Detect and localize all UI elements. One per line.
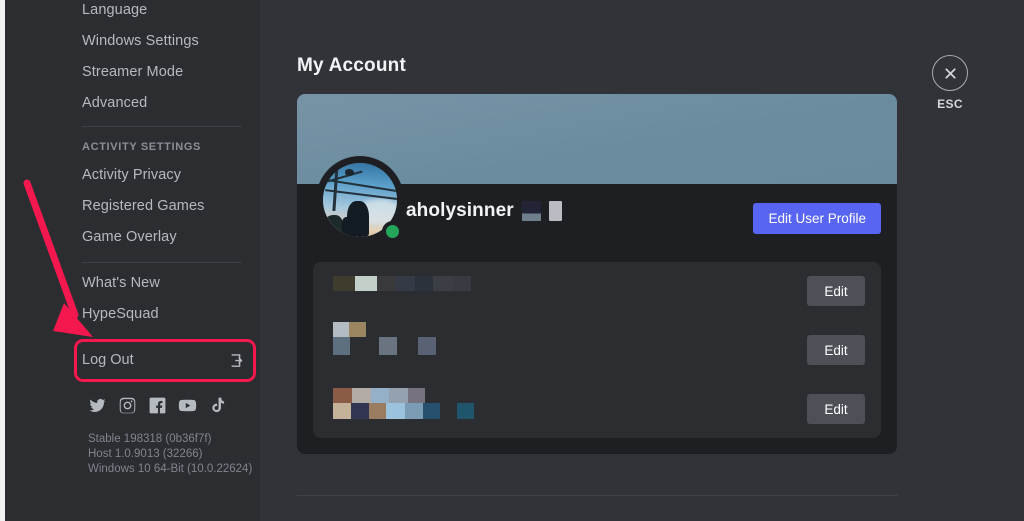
avatar-silhouette xyxy=(347,201,369,237)
client-version-info: Stable 198318 (0b36f7f) Host 1.0.9013 (32… xyxy=(88,432,252,477)
redaction-block xyxy=(333,322,349,337)
edit-button[interactable]: Edit xyxy=(807,276,865,306)
close-settings-button[interactable]: ESC xyxy=(932,55,968,111)
edit-button[interactable]: Edit xyxy=(807,394,865,424)
redaction-block xyxy=(457,403,474,419)
redaction-block xyxy=(423,403,440,419)
redacted-value xyxy=(333,337,863,355)
user-tag-redacted xyxy=(521,201,541,221)
redacted-value xyxy=(333,388,863,403)
redaction-block xyxy=(415,276,433,291)
redacted-value xyxy=(333,276,863,291)
log-out-label: Log Out xyxy=(82,352,134,368)
status-badge-online xyxy=(382,221,403,242)
redaction-block xyxy=(355,276,377,291)
redaction-block xyxy=(397,337,418,355)
redaction-block xyxy=(333,388,352,403)
sidebar-item-language[interactable]: Language xyxy=(82,0,250,21)
redaction-block xyxy=(333,337,350,355)
page-title: My Account xyxy=(297,55,406,76)
redaction-block xyxy=(453,276,471,291)
redaction-block xyxy=(377,276,395,291)
logout-arrow-icon xyxy=(229,353,244,368)
settings-sidebar: Language Windows Settings Streamer Mode Adv… xyxy=(5,0,260,521)
tiktok-icon[interactable] xyxy=(208,396,227,415)
redaction-block xyxy=(371,388,389,403)
version-line: Stable 198318 (0b36f7f) xyxy=(88,433,212,445)
redacted-value xyxy=(333,403,863,419)
social-links-row xyxy=(88,396,227,415)
redaction-block xyxy=(379,337,397,355)
version-line: Windows 10 64-Bit (10.0.22624) xyxy=(88,463,253,475)
avatar-foliage xyxy=(323,215,343,237)
redaction-block xyxy=(405,403,423,419)
facebook-icon[interactable] xyxy=(148,396,167,415)
sidebar-item-game-overlay[interactable]: Game Overlay xyxy=(82,227,250,248)
sidebar-item-log-out[interactable]: Log Out xyxy=(82,350,244,371)
version-line: Host 1.0.9013 (32266) xyxy=(88,448,203,460)
settings-main-panel: My Account aholysinner Edit User Profile… xyxy=(260,0,1024,521)
redaction-block xyxy=(349,322,366,337)
redaction-block xyxy=(389,388,408,403)
account-card: aholysinner Edit User Profile Edit Edit Ed… xyxy=(297,94,897,454)
redaction-block xyxy=(395,276,415,291)
sidebar-item-what-s-new[interactable]: What's New xyxy=(82,273,250,294)
instagram-icon[interactable] xyxy=(118,396,137,415)
redaction-block xyxy=(333,403,351,419)
sidebar-item-activity-privacy[interactable]: Activity Privacy xyxy=(82,165,250,186)
profile-badge[interactable] xyxy=(548,201,562,221)
phone-field xyxy=(333,388,863,419)
sidebar-item-registered-games[interactable]: Registered Games xyxy=(82,196,250,217)
sidebar-item-hypesquad[interactable]: HypeSquad xyxy=(82,304,250,325)
sidebar-item-windows-settings[interactable]: Windows Settings xyxy=(82,31,250,52)
username-text: aholysinner xyxy=(406,200,514,221)
username-field xyxy=(333,276,863,291)
redacted-value xyxy=(333,322,863,337)
avatar-bird xyxy=(345,169,354,176)
redaction-block xyxy=(351,403,369,419)
close-x-icon xyxy=(932,55,968,91)
sidebar-separator xyxy=(82,262,242,263)
section-divider xyxy=(297,495,898,496)
redaction-block xyxy=(408,388,425,403)
redaction-block xyxy=(333,276,355,291)
email-field xyxy=(333,322,863,355)
redaction-block xyxy=(350,337,379,355)
avatar[interactable] xyxy=(316,156,404,244)
account-fields-card: Edit Edit Edit xyxy=(313,262,881,438)
youtube-icon[interactable] xyxy=(178,396,197,415)
edit-user-profile-button[interactable]: Edit User Profile xyxy=(753,203,881,234)
redaction-block xyxy=(440,403,457,419)
redaction-block xyxy=(369,403,386,419)
discord-settings-window: Language Windows Settings Streamer Mode Adv… xyxy=(0,0,1024,521)
username-row: aholysinner xyxy=(406,200,562,222)
sidebar-item-streamer-mode[interactable]: Streamer Mode xyxy=(82,62,250,83)
redaction-block xyxy=(433,276,453,291)
esc-label: ESC xyxy=(937,97,963,111)
redaction-block xyxy=(386,403,405,419)
edit-button[interactable]: Edit xyxy=(807,335,865,365)
twitter-icon[interactable] xyxy=(88,396,107,415)
redaction-block xyxy=(352,388,371,403)
sidebar-separator xyxy=(82,126,242,127)
sidebar-item-advanced[interactable]: Advanced xyxy=(82,93,250,114)
sidebar-section-header: ACTIVITY SETTINGS xyxy=(82,141,202,153)
redaction-block xyxy=(418,337,436,355)
